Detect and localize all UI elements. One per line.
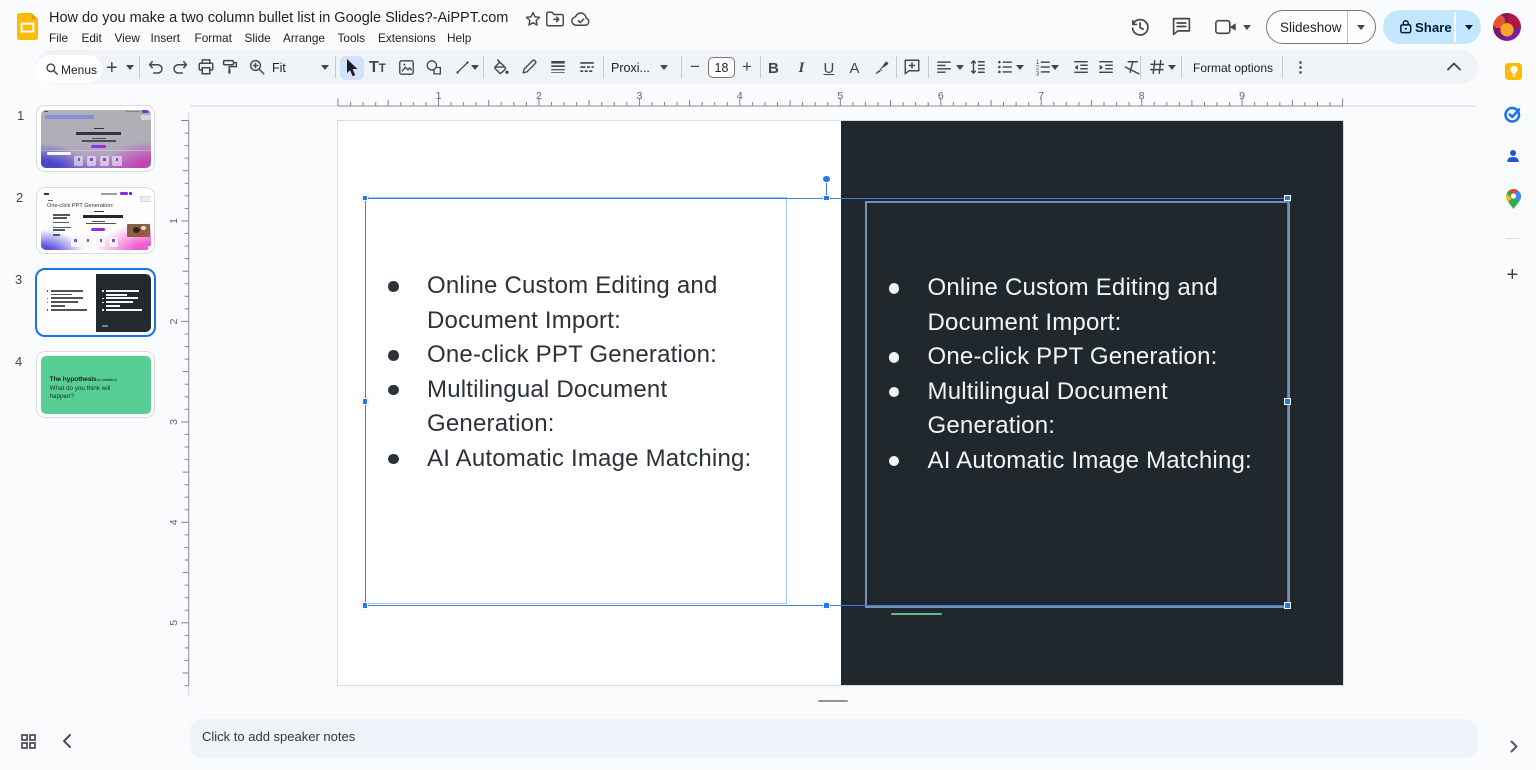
svg-text:1: 1 — [168, 218, 180, 224]
svg-text:6: 6 — [938, 90, 944, 102]
svg-text:9: 9 — [1239, 90, 1245, 102]
svg-text:3: 3 — [1036, 71, 1040, 76]
svg-text:3: 3 — [168, 419, 180, 425]
svg-text:4: 4 — [168, 519, 180, 525]
svg-text:3: 3 — [636, 90, 642, 102]
svg-text:5: 5 — [837, 90, 843, 102]
svg-text:4: 4 — [737, 90, 743, 102]
svg-text:2: 2 — [536, 90, 542, 102]
svg-text:8: 8 — [1139, 90, 1145, 102]
svg-text:5: 5 — [168, 620, 180, 626]
svg-text:1: 1 — [436, 90, 442, 102]
svg-text:7: 7 — [1038, 90, 1044, 102]
svg-text:2: 2 — [168, 318, 180, 324]
